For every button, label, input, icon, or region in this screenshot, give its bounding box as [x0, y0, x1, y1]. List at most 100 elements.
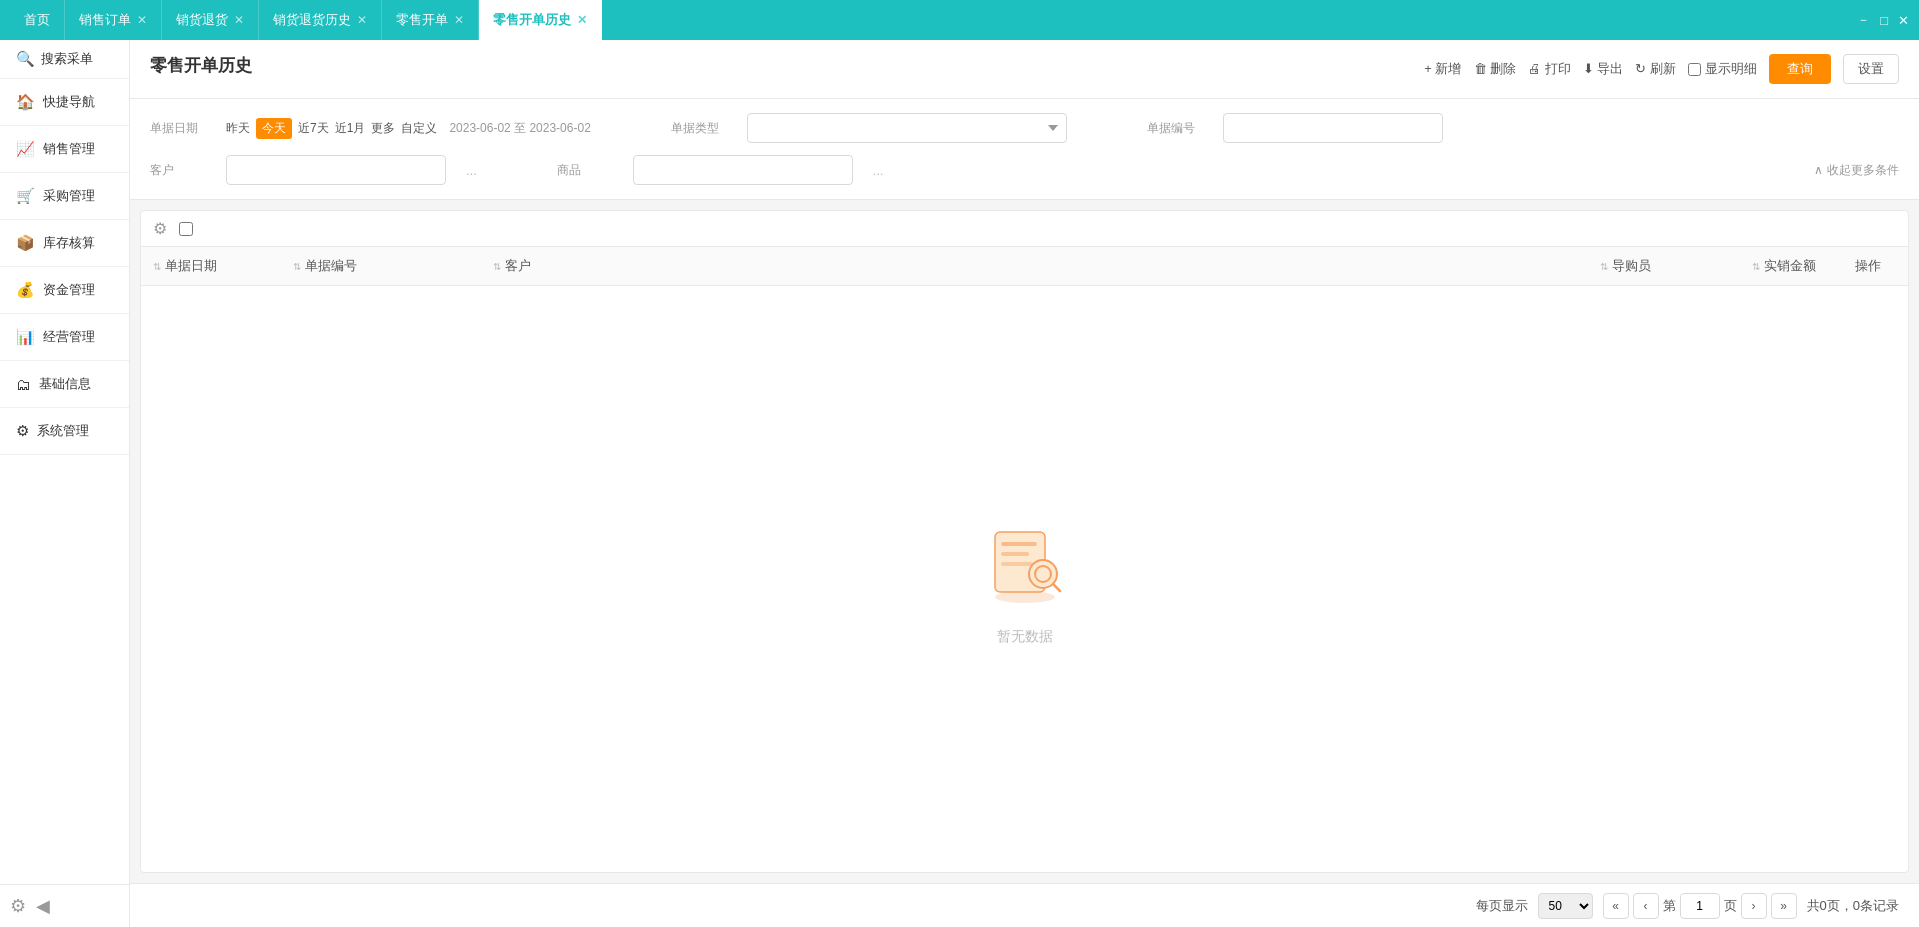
- content-area: 零售开单历史 + 新增 🗑 删除 🖨 打印 ⬇ 导出 ↻ 刷新 显示明细 查询 …: [130, 40, 1919, 927]
- top-bar: 首页 销售订单 ✕ 销货退货 ✕ 销货退货历史 ✕ 零售开单 ✕ 零售开单历史 …: [0, 0, 1919, 40]
- sidebar-item-sales[interactable]: 📈 销售管理: [0, 126, 129, 173]
- bill-no-label: 单据编号: [1147, 120, 1203, 137]
- filter-row-2: 客户 ... 商品 ... ∧ 收起更多条件: [150, 155, 1899, 185]
- chevron-up-icon: ∧: [1814, 163, 1823, 177]
- th-customer[interactable]: ⇅ 客户: [481, 247, 1588, 285]
- sidebar-item-quick-nav[interactable]: 🏠 快捷导航: [0, 79, 129, 126]
- date-label: 单据日期: [150, 120, 206, 137]
- date-opt-custom[interactable]: 自定义: [401, 120, 437, 137]
- date-opt-1month[interactable]: 近1月: [335, 120, 366, 137]
- close-tab-sales-order[interactable]: ✕: [137, 13, 147, 27]
- svg-point-0: [995, 591, 1055, 603]
- sales-icon: 📈: [16, 140, 35, 158]
- export-button[interactable]: ⬇ 导出: [1583, 60, 1624, 78]
- th-salesperson[interactable]: ⇅ 导购员: [1588, 247, 1708, 285]
- empty-state: 暂无数据: [141, 286, 1908, 872]
- toolbar: + 新增 🗑 删除 🖨 打印 ⬇ 导出 ↻ 刷新 显示明细 查询 设置: [1424, 54, 1899, 98]
- tab-retail-open-history[interactable]: 零售开单历史 ✕: [479, 0, 602, 40]
- goods-input[interactable]: [633, 155, 853, 185]
- finance-icon: 💰: [16, 281, 35, 299]
- tab-sales-return-history[interactable]: 销货退货历史 ✕: [259, 0, 382, 40]
- sidebar-item-basic[interactable]: 🗂 基础信息: [0, 361, 129, 408]
- prev-page-button[interactable]: ‹: [1633, 893, 1659, 919]
- tab-sales-order[interactable]: 销售订单 ✕: [65, 0, 162, 40]
- table-header: ⇅ 单据日期 ⇅ 单据编号 ⇅ 客户 ⇅ 导购员 ⇅ 实销金额: [141, 247, 1908, 286]
- collapse-button[interactable]: ∧ 收起更多条件: [1814, 162, 1899, 179]
- settings-icon[interactable]: ⚙: [10, 895, 26, 917]
- sidebar-item-system[interactable]: ⚙ 系统管理: [0, 408, 129, 455]
- maximize-button[interactable]: □: [1880, 13, 1888, 28]
- empty-text: 暂无数据: [997, 628, 1053, 646]
- table-settings-icon[interactable]: ⚙: [153, 219, 167, 238]
- tab-sales-return[interactable]: 销货退货 ✕: [162, 0, 259, 40]
- th-date[interactable]: ⇅ 单据日期: [141, 247, 281, 285]
- sidebar-bottom: ⚙ ◀: [0, 884, 129, 927]
- page-word: 页: [1724, 897, 1737, 915]
- per-page-select[interactable]: 20 50 100 200: [1538, 893, 1593, 919]
- last-page-button[interactable]: »: [1771, 893, 1797, 919]
- customer-input[interactable]: [226, 155, 446, 185]
- sidebar: 🔍 搜索采单 🏠 快捷导航 📈 销售管理 🛒 采购管理 📦 库存核算 💰 资金管…: [0, 40, 130, 927]
- system-icon: ⚙: [16, 422, 29, 440]
- operation-icon: 📊: [16, 328, 35, 346]
- add-button[interactable]: + 新增: [1424, 60, 1461, 78]
- sidebar-item-inventory[interactable]: 📦 库存核算: [0, 220, 129, 267]
- total-info: 共0页，0条记录: [1807, 897, 1899, 915]
- search-icon: 🔍: [16, 50, 35, 68]
- date-range-text: 2023-06-02 至 2023-06-02: [449, 120, 590, 137]
- next-page-button[interactable]: ›: [1741, 893, 1767, 919]
- settings-button[interactable]: 设置: [1843, 54, 1899, 84]
- basic-icon: 🗂: [16, 376, 31, 393]
- bill-no-input[interactable]: [1223, 113, 1443, 143]
- th-amount[interactable]: ⇅ 实销金额: [1708, 247, 1828, 285]
- collapse-sidebar-icon[interactable]: ◀: [36, 895, 50, 917]
- display-detail-checkbox[interactable]: [1688, 63, 1701, 76]
- table-toolbar: ⚙: [141, 211, 1908, 247]
- date-opt-yesterday[interactable]: 昨天: [226, 120, 250, 137]
- close-tab-sales-return-history[interactable]: ✕: [357, 13, 367, 27]
- first-page-button[interactable]: «: [1603, 893, 1629, 919]
- close-tab-sales-return[interactable]: ✕: [234, 13, 244, 27]
- inventory-icon: 📦: [16, 234, 35, 252]
- close-tab-retail-open[interactable]: ✕: [454, 13, 464, 27]
- main-layout: 🔍 搜索采单 🏠 快捷导航 📈 销售管理 🛒 采购管理 📦 库存核算 💰 资金管…: [0, 40, 1919, 927]
- print-button[interactable]: 🖨 打印: [1528, 60, 1571, 78]
- query-button[interactable]: 查询: [1769, 54, 1831, 84]
- filter-row-1: 单据日期 昨天 今天 近7天 近1月 更多 自定义 2023-06-02 至 2…: [150, 113, 1899, 143]
- table-area: ⚙ ⇅ 单据日期 ⇅ 单据编号 ⇅ 客户 ⇅ 导购员: [140, 210, 1909, 873]
- display-detail-checkbox-label[interactable]: 显示明细: [1688, 60, 1757, 78]
- tab-retail-open[interactable]: 零售开单 ✕: [382, 0, 479, 40]
- pagination: 每页显示 20 50 100 200 « ‹ 第 页 › » 共0页，0条记录: [130, 883, 1919, 927]
- minimize-button[interactable]: －: [1857, 11, 1870, 29]
- page-nav: « ‹ 第 页 › »: [1603, 893, 1797, 919]
- window-close-button[interactable]: ✕: [1898, 13, 1909, 28]
- date-opt-7days[interactable]: 近7天: [298, 120, 329, 137]
- select-all-checkbox[interactable]: [179, 222, 193, 236]
- first-page-word: 第: [1663, 897, 1676, 915]
- sidebar-item-search[interactable]: 🔍 搜索采单: [0, 40, 129, 79]
- home-icon: 🏠: [16, 93, 35, 111]
- window-controls: － □ ✕: [1857, 11, 1909, 29]
- sort-icon-customer: ⇅: [493, 261, 501, 272]
- date-opt-more[interactable]: 更多: [371, 120, 395, 137]
- sort-icon-billno: ⇅: [293, 261, 301, 272]
- th-billno[interactable]: ⇅ 单据编号: [281, 247, 481, 285]
- page-number-input[interactable]: [1680, 893, 1720, 919]
- empty-icon: [975, 512, 1075, 612]
- bill-type-label: 单据类型: [671, 120, 727, 137]
- svg-rect-3: [1001, 552, 1029, 556]
- close-tab-retail-open-history[interactable]: ✕: [577, 13, 587, 27]
- sidebar-item-purchase[interactable]: 🛒 采购管理: [0, 173, 129, 220]
- per-page-label: 每页显示: [1476, 897, 1528, 915]
- sidebar-item-finance[interactable]: 💰 资金管理: [0, 267, 129, 314]
- bill-type-select[interactable]: [747, 113, 1067, 143]
- sidebar-item-operation[interactable]: 📊 经营管理: [0, 314, 129, 361]
- th-action: 操作: [1828, 247, 1908, 285]
- refresh-button[interactable]: ↻ 刷新: [1635, 60, 1676, 78]
- sort-icon-salesperson: ⇅: [1600, 261, 1608, 272]
- delete-button[interactable]: 🗑 删除: [1474, 60, 1517, 78]
- sort-icon-date: ⇅: [153, 261, 161, 272]
- customer-ellipsis: ...: [466, 163, 477, 178]
- date-opt-today[interactable]: 今天: [256, 118, 292, 139]
- tab-home[interactable]: 首页: [10, 0, 65, 40]
